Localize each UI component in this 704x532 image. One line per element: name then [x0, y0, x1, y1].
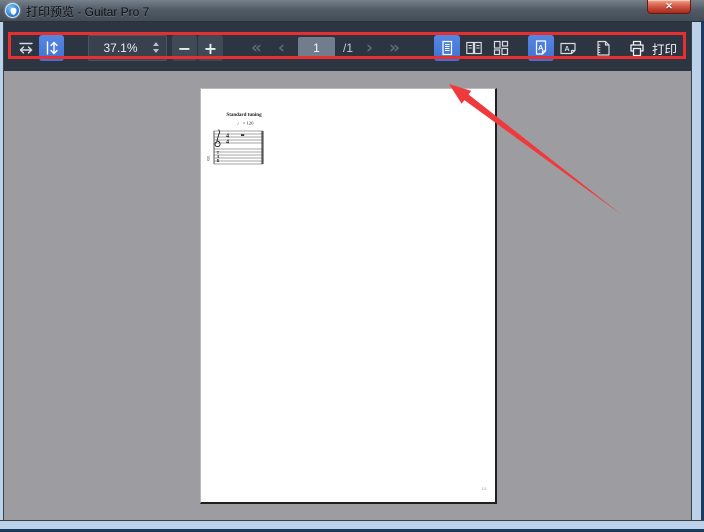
single-page-view-button[interactable]	[434, 35, 460, 61]
whole-rest	[241, 134, 245, 136]
next-page-button[interactable]: ›	[358, 35, 381, 61]
preview-area[interactable]: Standard tuning ♩ = 120 4 4 T A B Gtr. 1…	[4, 71, 691, 519]
fit-height-icon	[46, 41, 58, 55]
page-setup-icon	[596, 40, 610, 56]
grid-pages-view-button[interactable]	[488, 35, 514, 61]
fit-page-height-button[interactable]	[39, 35, 64, 61]
facing-pages-view-button[interactable]	[461, 35, 487, 61]
zoom-out-button[interactable]: −	[172, 35, 197, 61]
print-preview-window: 打印预览 - Guitar Pro 7 ✕ 37.1% − + « ‹ 1 /1…	[0, 0, 704, 532]
window-border-bottom	[0, 520, 704, 532]
window-border-right	[691, 22, 704, 520]
tempo-label: ♩ = 120	[237, 121, 254, 126]
final-barline-thick	[262, 131, 264, 164]
page-total-label: /1	[343, 41, 354, 55]
preview-toolbar: 37.1% − + « ‹ /1 › »	[4, 22, 691, 71]
tab-staff	[214, 148, 263, 165]
previous-page-button[interactable]: ‹	[270, 35, 293, 61]
landscape-orientation-button[interactable]: A	[555, 35, 581, 61]
zoom-spinner-icon	[153, 42, 159, 53]
portrait-page-icon: A	[535, 40, 547, 55]
preview-page: Standard tuning ♩ = 120 4 4 T A B Gtr. 1…	[200, 88, 497, 504]
grid-pages-icon	[493, 40, 509, 56]
zoom-value: 37.1%	[103, 41, 138, 55]
facing-pages-icon	[466, 41, 482, 55]
tuning-label: Standard tuning	[226, 113, 262, 118]
treble-clef-icon	[214, 129, 221, 148]
window-border-left	[0, 22, 4, 520]
page-number: 1/1	[481, 486, 487, 491]
single-page-icon	[442, 40, 453, 56]
close-icon: ✕	[665, 1, 673, 11]
zoom-level-select[interactable]: 37.1%	[88, 35, 167, 61]
landscape-letter: A	[564, 46, 569, 53]
first-page-button[interactable]: «	[245, 35, 268, 61]
page-setup-button[interactable]	[589, 35, 615, 61]
window-title: 打印预览 - Guitar Pro 7	[26, 5, 150, 19]
time-signature-bottom: 4	[226, 138, 229, 145]
print-button[interactable]: 打印	[621, 35, 684, 61]
printer-icon	[630, 40, 644, 56]
print-button-label: 打印	[652, 42, 678, 57]
page-number-input[interactable]	[298, 37, 335, 59]
standard-staff	[214, 130, 263, 144]
track-label: Gtr.	[207, 155, 211, 161]
titlebar[interactable]: 打印预览 - Guitar Pro 7 ✕	[0, 0, 704, 22]
landscape-page-icon: A	[560, 42, 576, 55]
fit-page-width-button[interactable]	[13, 35, 38, 61]
portrait-orientation-button[interactable]: A	[528, 35, 554, 61]
guitar-pro-app-icon	[5, 3, 20, 18]
portrait-letter: A	[538, 43, 544, 52]
close-button[interactable]: ✕	[647, 0, 691, 14]
music-notation: Standard tuning ♩ = 120 4 4 T A B Gtr. 1…	[207, 113, 488, 491]
fit-width-icon	[18, 42, 33, 54]
last-page-button[interactable]: »	[383, 35, 406, 61]
zoom-in-button[interactable]: +	[198, 35, 223, 61]
